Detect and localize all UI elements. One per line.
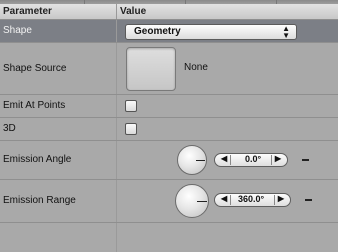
parameter-column-header[interactable]: Parameter [3, 6, 52, 17]
3d-checkbox[interactable] [125, 123, 137, 135]
shape-source-value: None [184, 62, 208, 73]
dial-indicator [196, 160, 205, 161]
decrement-arrow-icon[interactable]: ◀ [221, 194, 227, 203]
emission-range-value[interactable]: 360.0° [238, 194, 264, 204]
stepper-divider [230, 195, 231, 205]
3d-row: 3D [0, 118, 338, 141]
emission-range-dial-icon[interactable] [175, 184, 209, 218]
increment-arrow-icon[interactable]: ▶ [275, 154, 281, 163]
emission-angle-dial-icon[interactable] [177, 145, 207, 175]
emission-angle-value[interactable]: 0.0° [245, 154, 261, 164]
emission-angle-stepper[interactable]: ◀ 0.0° ▶ [214, 153, 288, 167]
emit-at-points-checkbox[interactable] [125, 100, 137, 112]
table-header: Parameter Value [0, 4, 338, 20]
emission-range-stepper[interactable]: ◀ 360.0° ▶ [214, 193, 291, 207]
stepper-divider [230, 155, 231, 165]
emission-range-row: Emission Range ◀ 360.0° ▶ [0, 180, 338, 223]
up-down-arrows-icon: ▲ ▼ [282, 25, 290, 40]
emit-at-points-row: Emit At Points [0, 95, 338, 118]
value-column-header[interactable]: Value [120, 6, 146, 17]
shape-label: Shape [3, 25, 32, 36]
shape-popup[interactable]: Geometry ▲ ▼ [125, 24, 297, 40]
emission-angle-label: Emission Angle [3, 154, 72, 165]
inspector-panel: Parameter Value Shape Geometry ▲ ▼ Shape… [0, 4, 338, 252]
reset-minus-icon[interactable] [305, 199, 312, 201]
decrement-arrow-icon[interactable]: ◀ [221, 154, 227, 163]
3d-label: 3D [3, 123, 16, 134]
shape-row[interactable]: Shape Geometry ▲ ▼ [0, 20, 338, 43]
column-divider [116, 118, 117, 140]
shape-source-label: Shape Source [3, 63, 67, 74]
column-divider [116, 180, 117, 222]
column-divider [116, 141, 117, 179]
stepper-divider [271, 155, 272, 165]
column-divider [116, 4, 117, 19]
column-divider [116, 43, 117, 94]
emission-angle-row: Emission Angle ◀ 0.0° ▶ [0, 141, 338, 180]
shape-popup-value: Geometry [134, 26, 181, 37]
shape-source-row: Shape Source None [0, 43, 338, 95]
emission-range-label: Emission Range [3, 195, 76, 206]
increment-arrow-icon[interactable]: ▶ [278, 194, 284, 203]
column-divider [116, 223, 117, 252]
column-divider [116, 20, 117, 42]
stepper-divider [274, 195, 275, 205]
emit-at-points-label: Emit At Points [3, 100, 66, 111]
shape-source-well[interactable] [126, 47, 176, 91]
dial-indicator [197, 201, 207, 202]
down-arrow-glyph: ▼ [282, 31, 290, 40]
next-row-partial [0, 223, 338, 252]
reset-minus-icon[interactable] [302, 159, 309, 161]
column-divider [116, 95, 117, 117]
